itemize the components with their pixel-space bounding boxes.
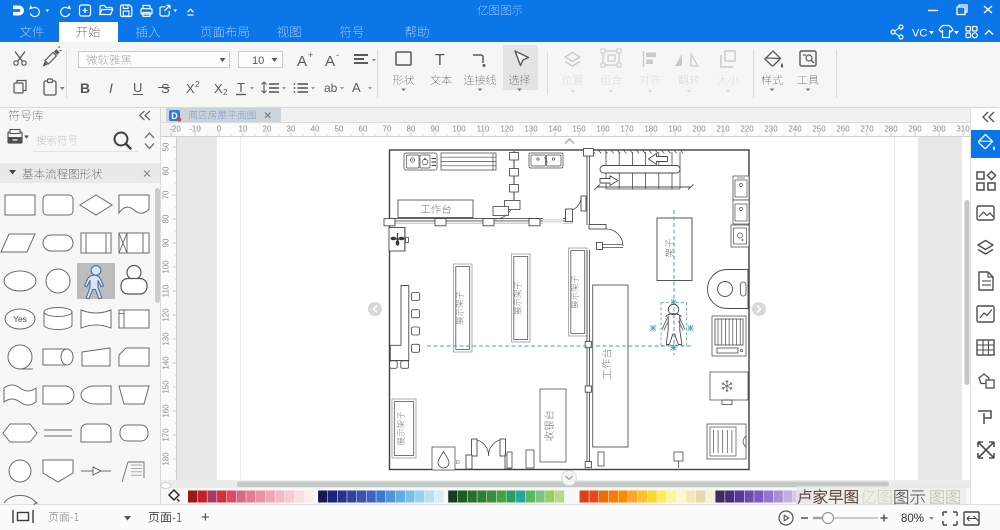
svg-text:30: 30 xyxy=(287,125,296,134)
svg-text:280: 280 xyxy=(884,125,898,134)
svg-text:U: U xyxy=(133,80,142,95)
svg-text:Yes: Yes xyxy=(13,314,27,324)
svg-text:2: 2 xyxy=(195,80,200,89)
svg-text:+: + xyxy=(308,50,313,60)
svg-text:50: 50 xyxy=(162,142,171,151)
svg-text:250: 250 xyxy=(812,125,826,134)
svg-text:70: 70 xyxy=(383,125,392,134)
svg-text:T: T xyxy=(237,80,245,95)
svg-text:230: 230 xyxy=(764,125,778,134)
svg-text:200: 200 xyxy=(692,125,706,134)
svg-text:180: 180 xyxy=(644,125,658,134)
svg-text:80: 80 xyxy=(407,125,416,134)
svg-text:310: 310 xyxy=(956,125,970,134)
svg-text:A: A xyxy=(325,53,335,70)
svg-text:VC: VC xyxy=(912,28,927,40)
svg-text:90: 90 xyxy=(162,238,171,247)
svg-text:150: 150 xyxy=(572,125,586,134)
svg-text:10: 10 xyxy=(239,125,248,134)
svg-text:A: A xyxy=(352,80,361,95)
svg-text:110: 110 xyxy=(477,125,490,134)
svg-text:220: 220 xyxy=(740,125,754,134)
svg-text:40: 40 xyxy=(311,125,320,134)
svg-text:130: 130 xyxy=(524,125,538,134)
svg-text:140: 140 xyxy=(162,356,171,370)
svg-text:240: 240 xyxy=(788,125,802,134)
svg-text:ab: ab xyxy=(324,81,338,95)
svg-text:300: 300 xyxy=(932,125,946,134)
svg-text:80%: 80% xyxy=(901,513,924,525)
svg-text:X: X xyxy=(186,81,195,96)
svg-text:100: 100 xyxy=(162,260,171,274)
svg-text:150: 150 xyxy=(162,380,171,394)
svg-text:I: I xyxy=(109,80,113,96)
svg-text:160: 160 xyxy=(596,125,610,134)
svg-text:290: 290 xyxy=(908,125,922,134)
svg-text:170: 170 xyxy=(162,428,171,442)
svg-text:-10: -10 xyxy=(189,125,201,134)
svg-text:210: 210 xyxy=(716,125,730,134)
svg-text:130: 130 xyxy=(162,332,171,346)
svg-text:A: A xyxy=(297,53,307,70)
svg-text:100: 100 xyxy=(452,125,466,134)
svg-text:X: X xyxy=(214,81,223,96)
svg-text:60: 60 xyxy=(359,125,368,134)
svg-text:S: S xyxy=(161,81,170,96)
svg-text:20: 20 xyxy=(263,125,272,134)
svg-text:160: 160 xyxy=(162,404,171,418)
svg-text:180: 180 xyxy=(162,452,171,466)
svg-text:60: 60 xyxy=(162,166,171,175)
svg-text:80: 80 xyxy=(162,214,171,223)
svg-text:90: 90 xyxy=(431,125,440,134)
svg-text:-: - xyxy=(336,50,339,60)
svg-text:-20: -20 xyxy=(169,125,181,134)
svg-text:0: 0 xyxy=(217,125,222,134)
svg-text:110: 110 xyxy=(162,284,171,297)
svg-text:120: 120 xyxy=(500,125,514,134)
svg-text:270: 270 xyxy=(860,125,874,134)
svg-text:B: B xyxy=(80,80,90,96)
svg-text:T: T xyxy=(435,52,445,69)
svg-text:170: 170 xyxy=(620,125,634,134)
svg-text:120: 120 xyxy=(162,308,171,322)
svg-text:50: 50 xyxy=(335,125,344,134)
svg-text:10: 10 xyxy=(252,55,264,67)
svg-text:+: + xyxy=(201,509,210,526)
svg-text:260: 260 xyxy=(836,125,850,134)
svg-text:190: 190 xyxy=(668,125,682,134)
svg-text:D: D xyxy=(456,460,460,466)
svg-text:70: 70 xyxy=(162,190,171,199)
svg-text:140: 140 xyxy=(548,125,562,134)
svg-text:2: 2 xyxy=(223,88,228,97)
